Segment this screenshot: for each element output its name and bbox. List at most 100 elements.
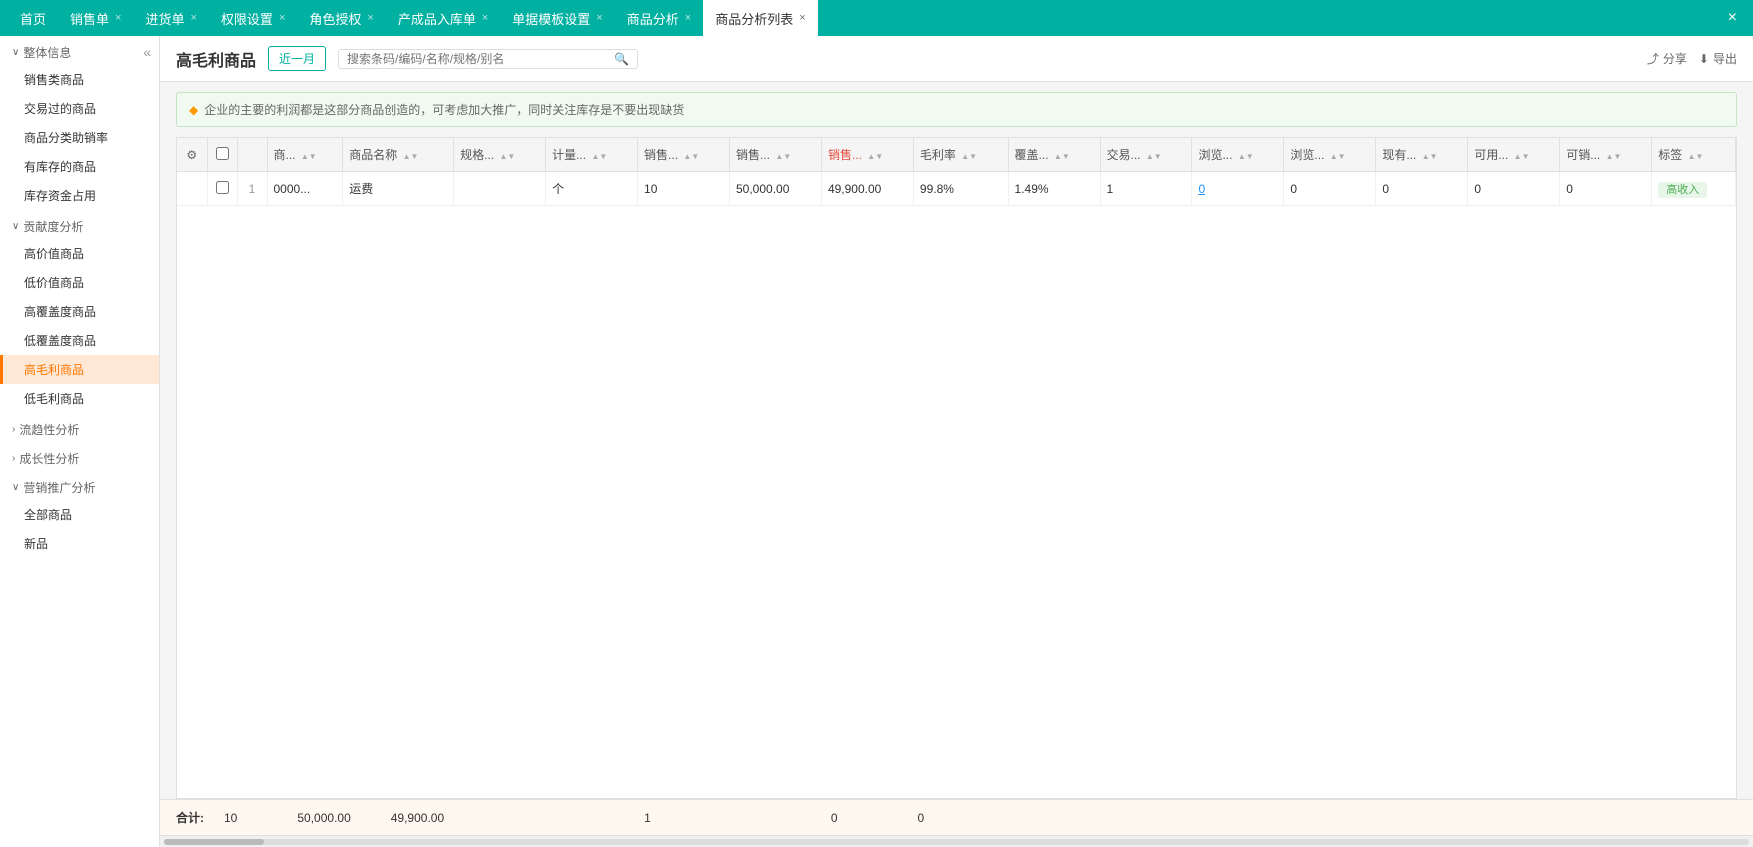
- data-table: ⚙ 商... ▲▼ 商品名称 ▲▼: [177, 138, 1736, 206]
- nav-home[interactable]: 首页: [8, 0, 58, 36]
- sidebar-group-overall[interactable]: ∨ 整体信息: [0, 36, 159, 65]
- nav-sales-order[interactable]: 销售单 ×: [58, 0, 133, 36]
- sort-stock-avail[interactable]: ▲▼: [1514, 153, 1530, 161]
- nav-product-analysis[interactable]: 商品分析 ×: [615, 0, 703, 36]
- sidebar-item-high-margin[interactable]: 高毛利商品: [0, 355, 159, 384]
- col-browse2-header[interactable]: 浏览... ▲▼: [1284, 138, 1376, 172]
- footer-stock-now: 0: [831, 811, 838, 825]
- sort-code[interactable]: ▲▼: [301, 153, 317, 161]
- search-icon[interactable]: 🔍: [614, 52, 629, 66]
- footer-sales-cost: 49,900.00: [391, 811, 444, 825]
- nav-close-warehouse[interactable]: ×: [482, 12, 488, 24]
- header-actions: ⤴ 分享 ⬇ 导出: [1647, 50, 1737, 67]
- row-unit-cell: 个: [546, 172, 638, 206]
- nav-permission-settings[interactable]: 权限设置 ×: [209, 0, 297, 36]
- row-coverage-cell: 1.49%: [1008, 172, 1100, 206]
- sort-spec[interactable]: ▲▼: [499, 153, 515, 161]
- footer-stock-avail: 0: [918, 811, 925, 825]
- col-sales-amount-header[interactable]: 销售... ▲▼: [729, 138, 821, 172]
- row-tag-cell: 高收入: [1652, 172, 1736, 206]
- sidebar-group-growth[interactable]: › 成长性分析: [0, 442, 159, 471]
- nav-close-template[interactable]: ×: [596, 12, 602, 24]
- sort-sales-amount[interactable]: ▲▼: [775, 153, 791, 161]
- sort-browse1[interactable]: ▲▼: [1238, 153, 1254, 161]
- sidebar-item-sales-goods[interactable]: 销售类商品: [0, 65, 159, 94]
- nav-template-settings[interactable]: 单据模板设置 ×: [500, 0, 614, 36]
- sidebar-item-low-value[interactable]: 低价值商品: [0, 268, 159, 297]
- col-gross-margin-header[interactable]: 毛利率 ▲▼: [913, 138, 1008, 172]
- sidebar-item-stocked-goods[interactable]: 有库存的商品: [0, 152, 159, 181]
- sidebar-item-low-margin[interactable]: 低毛利商品: [0, 384, 159, 413]
- sidebar-item-category-rate[interactable]: 商品分类助销率: [0, 123, 159, 152]
- nav-product-analysis-list[interactable]: 商品分析列表 ×: [703, 0, 817, 36]
- col-browse1-header[interactable]: 浏览... ▲▼: [1192, 138, 1284, 172]
- sort-stock-sale[interactable]: ▲▼: [1606, 153, 1622, 161]
- col-code-header[interactable]: 商... ▲▼: [267, 138, 343, 172]
- export-button[interactable]: ⬇ 导出: [1699, 50, 1737, 67]
- nav-close-role[interactable]: ×: [367, 12, 373, 24]
- col-tag-header[interactable]: 标签 ▲▼: [1652, 138, 1736, 172]
- nav-close-sales-order[interactable]: ×: [115, 12, 121, 24]
- row-browse1-cell: 0: [1192, 172, 1284, 206]
- sort-coverage[interactable]: ▲▼: [1054, 153, 1070, 161]
- share-button[interactable]: ⤴ 分享: [1647, 50, 1687, 67]
- sidebar-group-trend[interactable]: › 流趋性分析: [0, 413, 159, 442]
- sidebar-group-trend-arrow: ›: [12, 424, 15, 435]
- share-icon: ⤴: [1647, 50, 1659, 67]
- sidebar-item-high-value[interactable]: 高价值商品: [0, 239, 159, 268]
- nav-close-purchase-order[interactable]: ×: [190, 12, 196, 24]
- col-index: [237, 138, 267, 172]
- col-coverage-header[interactable]: 覆盖... ▲▼: [1008, 138, 1100, 172]
- sort-sales-cost[interactable]: ▲▼: [867, 153, 883, 161]
- sort-name[interactable]: ▲▼: [403, 153, 419, 161]
- row-stock-now-cell: 0: [1376, 172, 1468, 206]
- row-checkbox[interactable]: [216, 181, 229, 194]
- sidebar-item-all-goods[interactable]: 全部商品: [0, 500, 159, 529]
- col-settings[interactable]: ⚙: [177, 138, 207, 172]
- select-all-checkbox[interactable]: [216, 147, 229, 160]
- col-unit-header[interactable]: 计量... ▲▼: [546, 138, 638, 172]
- sort-transactions[interactable]: ▲▼: [1146, 153, 1162, 161]
- sidebar-item-low-coverage[interactable]: 低覆盖度商品: [0, 326, 159, 355]
- row-stock-avail-cell: 0: [1468, 172, 1560, 206]
- filter-recent-month[interactable]: 近一月: [268, 46, 326, 71]
- close-all-tabs[interactable]: ×: [1720, 9, 1745, 27]
- sort-browse2[interactable]: ▲▼: [1330, 153, 1346, 161]
- search-input[interactable]: [347, 52, 614, 66]
- nav-purchase-order[interactable]: 进货单 ×: [133, 0, 208, 36]
- nav-close-analysis-list[interactable]: ×: [799, 12, 805, 24]
- sort-tag[interactable]: ▲▼: [1688, 153, 1704, 161]
- top-navigation: 首页 销售单 × 进货单 × 权限设置 × 角色授权 × 产成品入库单 × 单据…: [0, 0, 1753, 36]
- col-stock-avail-header[interactable]: 可用... ▲▼: [1468, 138, 1560, 172]
- col-sales-qty-header[interactable]: 销售... ▲▼: [638, 138, 730, 172]
- page-title: 高毛利商品: [176, 47, 256, 71]
- scrollbar-thumb[interactable]: [164, 839, 264, 845]
- sidebar-item-traded-goods[interactable]: 交易过的商品: [0, 94, 159, 123]
- nav-close-analysis[interactable]: ×: [685, 12, 691, 24]
- col-stock-now-header[interactable]: 现有... ▲▼: [1376, 138, 1468, 172]
- col-spec-header[interactable]: 规格... ▲▼: [454, 138, 546, 172]
- sort-stock-now[interactable]: ▲▼: [1422, 153, 1438, 161]
- row-name-cell: 运费: [343, 172, 454, 206]
- row-browse2-cell: 0: [1284, 172, 1376, 206]
- footer-sales-amount: 50,000.00: [297, 811, 350, 825]
- col-name-header[interactable]: 商品名称 ▲▼: [343, 138, 454, 172]
- sort-unit[interactable]: ▲▼: [591, 153, 607, 161]
- nav-role-auth[interactable]: 角色授权 ×: [297, 0, 385, 36]
- sidebar-group-contribution[interactable]: ∨ 贡献度分析: [0, 210, 159, 239]
- sidebar-item-new-goods[interactable]: 新品: [0, 529, 159, 558]
- col-sales-cost-header[interactable]: 销售... ▲▼: [821, 138, 913, 172]
- scrollbar-track[interactable]: [164, 839, 1749, 845]
- col-stock-sale-header[interactable]: 可销... ▲▼: [1560, 138, 1652, 172]
- nav-close-permission[interactable]: ×: [279, 12, 285, 24]
- row-spec-cell: [454, 172, 546, 206]
- sort-sales-qty[interactable]: ▲▼: [683, 153, 699, 161]
- col-transactions-header[interactable]: 交易... ▲▼: [1100, 138, 1192, 172]
- sidebar-item-stock-capital[interactable]: 库存资金占用: [0, 181, 159, 210]
- sort-gross-margin[interactable]: ▲▼: [961, 153, 977, 161]
- nav-product-warehouse[interactable]: 产成品入库单 ×: [386, 0, 500, 36]
- footer-sales-qty: 10: [224, 811, 237, 825]
- sidebar-item-high-coverage[interactable]: 高覆盖度商品: [0, 297, 159, 326]
- sidebar-collapse-button[interactable]: «: [143, 44, 151, 60]
- sidebar-group-marketing[interactable]: ∨ 营销推广分析: [0, 471, 159, 500]
